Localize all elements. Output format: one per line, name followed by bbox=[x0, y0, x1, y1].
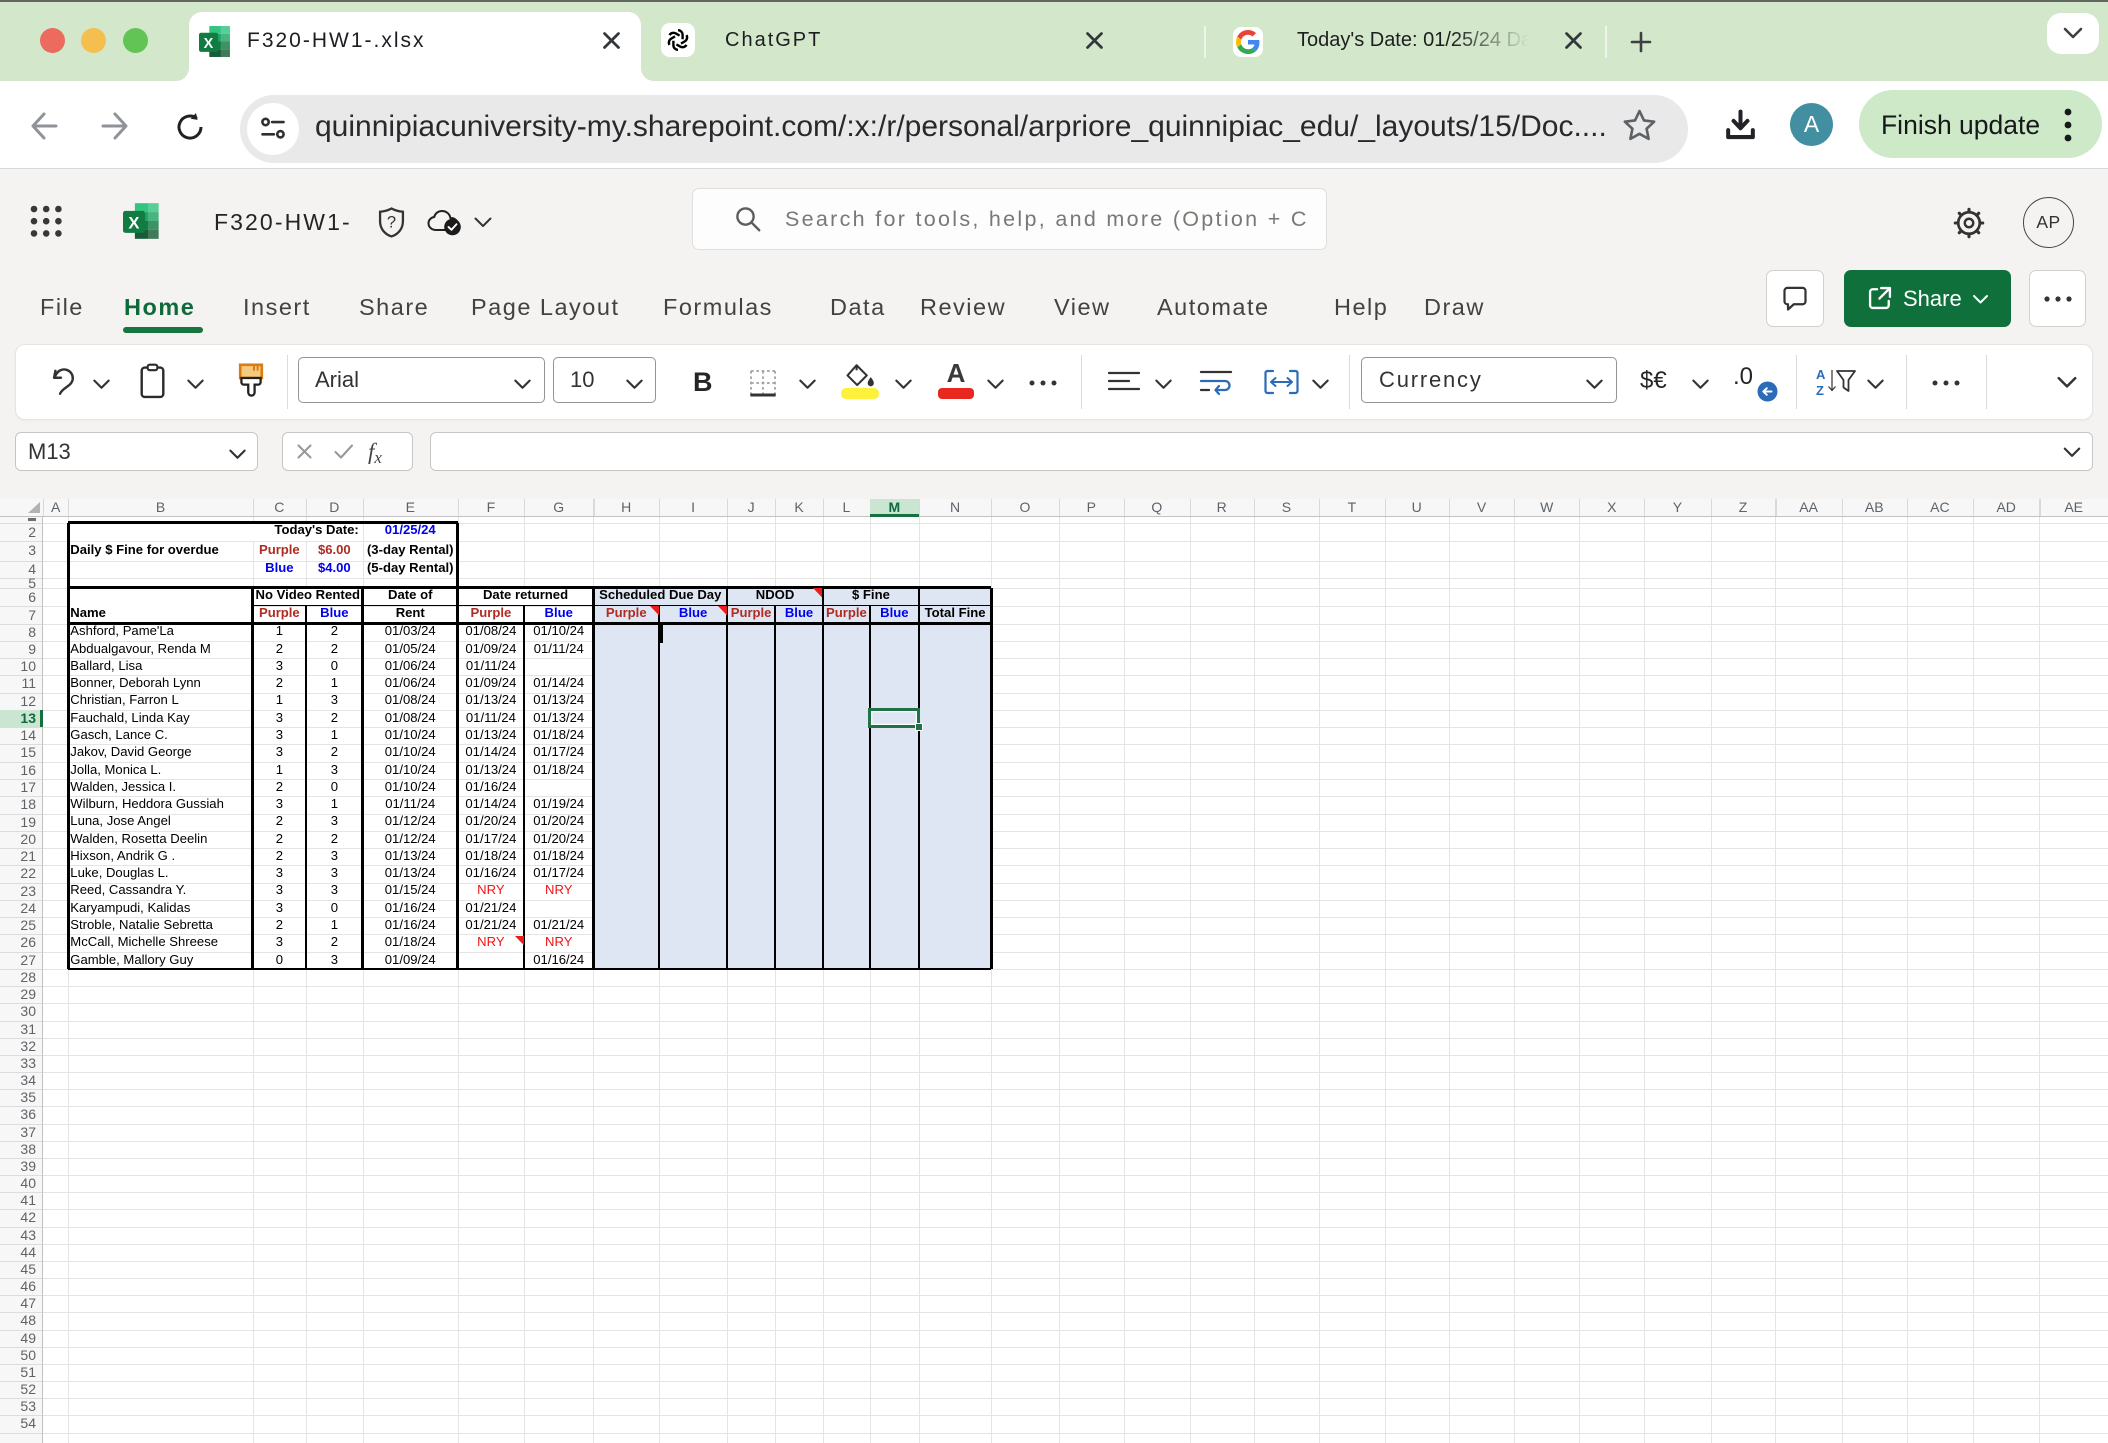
svg-text:X: X bbox=[204, 36, 214, 52]
svg-text:?: ? bbox=[387, 214, 396, 232]
svg-text:Z: Z bbox=[1816, 383, 1824, 398]
svg-text:A: A bbox=[1816, 367, 1826, 382]
svg-text:X: X bbox=[128, 214, 139, 233]
